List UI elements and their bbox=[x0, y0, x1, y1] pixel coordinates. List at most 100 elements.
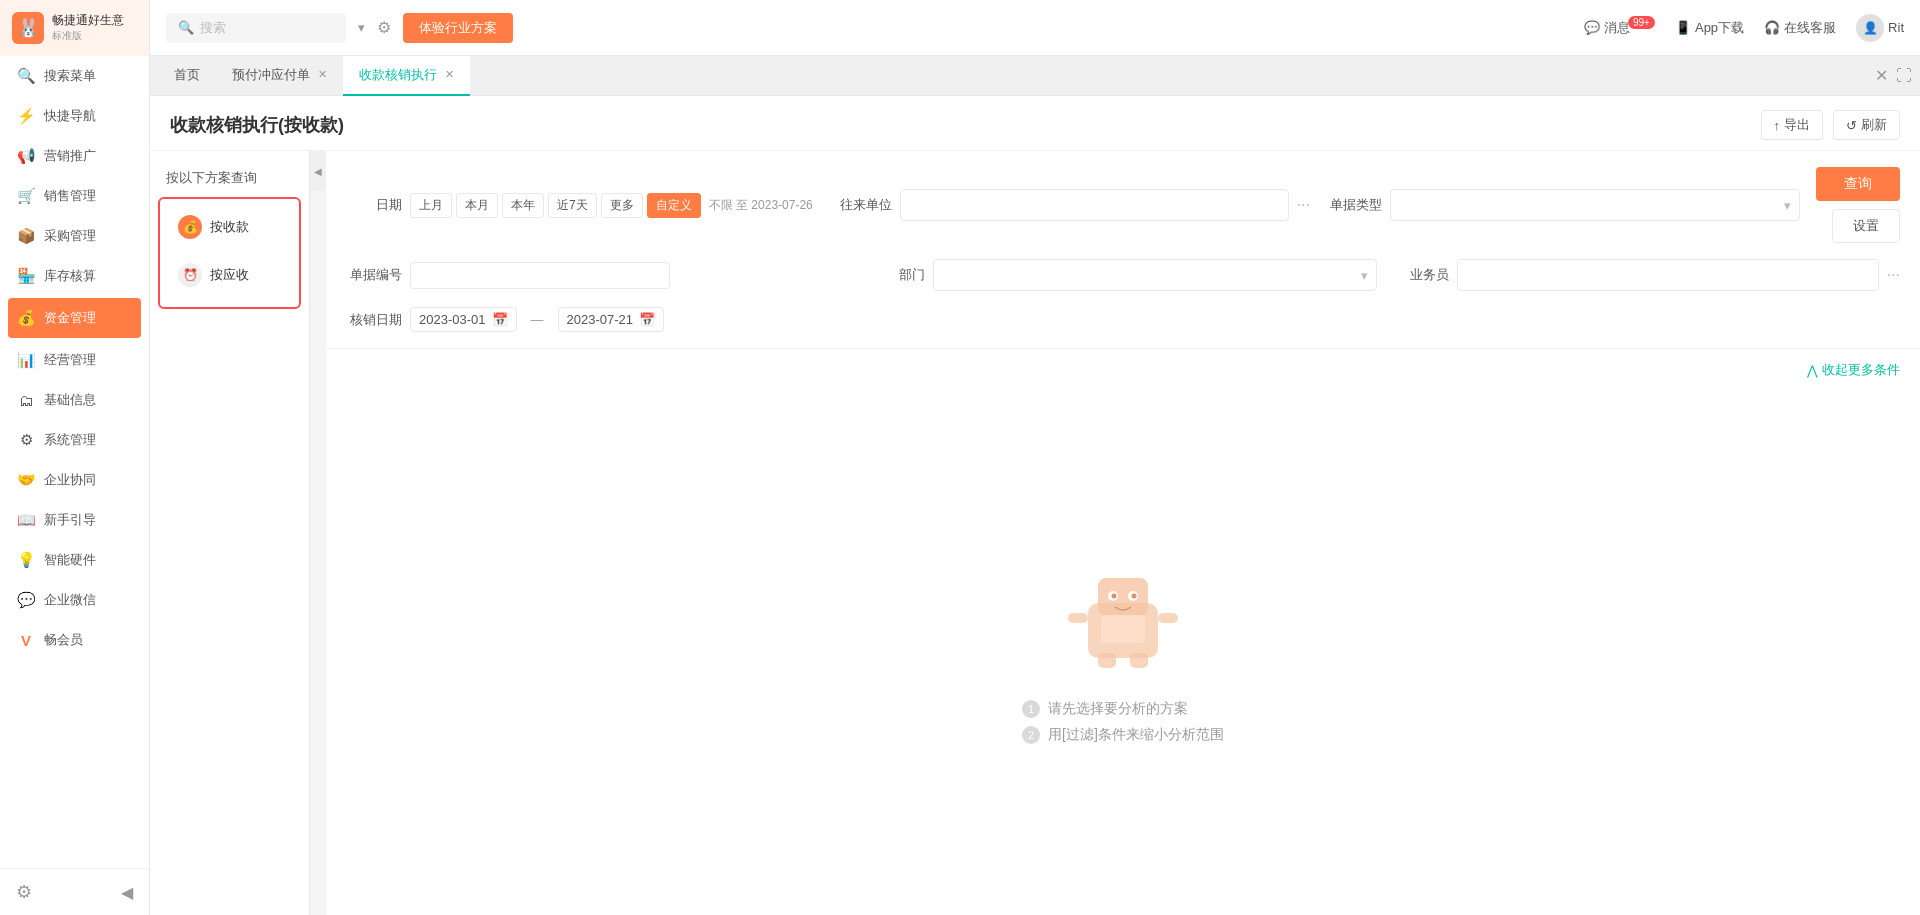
empty-state-content: 1 请先选择要分析的方案 2 用[过滤]条件来缩小分析范围 bbox=[1022, 563, 1224, 744]
tab-close-all-icon[interactable]: ✕ bbox=[1875, 66, 1888, 85]
verify-date-start-field[interactable]: 2023-03-01 📅 bbox=[410, 307, 517, 332]
sidebar-item-label: 资金管理 bbox=[44, 309, 96, 327]
collapse-panel-button[interactable]: ◀ bbox=[310, 151, 326, 191]
user-avatar: 👤 bbox=[1856, 14, 1884, 42]
sidebar-item-basic-info[interactable]: 🗂 基础信息 bbox=[0, 380, 149, 420]
topbar-gear-icon[interactable]: ⚙ bbox=[377, 18, 391, 37]
tab-prepay[interactable]: 预付冲应付单 ✕ bbox=[216, 56, 343, 96]
sales-icon: 🛒 bbox=[16, 187, 36, 205]
sidebar-item-inventory[interactable]: 🏪 库存核算 bbox=[0, 256, 149, 296]
collapse-more-btn[interactable]: ⋀ 收起更多条件 bbox=[1807, 361, 1900, 379]
app-download-action[interactable]: 📱 App下载 bbox=[1675, 19, 1744, 37]
refresh-button[interactable]: ↺ 刷新 bbox=[1833, 110, 1900, 140]
empty-tips: 1 请先选择要分析的方案 2 用[过滤]条件来缩小分析范围 bbox=[1022, 700, 1224, 744]
date-label: 日期 bbox=[346, 196, 402, 214]
settings-button[interactable]: 设置 bbox=[1832, 209, 1900, 243]
verify-date-filter-group: 核销日期 2023-03-01 📅 — 2023-07-21 📅 bbox=[346, 307, 1900, 332]
user-menu[interactable]: 👤 Rit bbox=[1856, 14, 1904, 42]
tip-num-2: 2 bbox=[1022, 726, 1040, 744]
doc-no-input[interactable] bbox=[410, 262, 670, 289]
partner-dots-icon[interactable]: ··· bbox=[1297, 196, 1310, 214]
sidebar-item-purchase[interactable]: 📦 采购管理 bbox=[0, 216, 149, 256]
sidebar-item-marketing[interactable]: 📢 营销推广 bbox=[0, 136, 149, 176]
logo-text: 畅捷通好生意 bbox=[52, 13, 124, 29]
date-btn-7days[interactable]: 近7天 bbox=[548, 193, 597, 218]
basic-info-icon: 🗂 bbox=[16, 392, 36, 409]
tip-num-1: 1 bbox=[1022, 700, 1040, 718]
topbar-search-area[interactable]: 🔍 搜索 bbox=[166, 13, 346, 43]
app-icon: 📱 bbox=[1675, 20, 1691, 35]
sidebar-item-finance[interactable]: 💰 资金管理 bbox=[8, 298, 141, 338]
date-btn-custom[interactable]: 自定义 bbox=[647, 193, 701, 218]
svg-rect-10 bbox=[1101, 615, 1145, 643]
sidebar-item-system[interactable]: ⚙ 系统管理 bbox=[0, 420, 149, 460]
tab-expand-icon[interactable]: ⛶ bbox=[1896, 67, 1912, 85]
receipt-option-label: 按收款 bbox=[210, 218, 249, 236]
page-content: 按以下方案查询 💰 按收款 ⏰ 按应收 ◀ bbox=[150, 151, 1920, 915]
sidebar-item-quick-nav[interactable]: ⚡ 快捷导航 bbox=[0, 96, 149, 136]
verify-date-end-field[interactable]: 2023-07-21 📅 bbox=[558, 307, 665, 332]
tab-prepay-label: 预付冲应付单 bbox=[232, 66, 310, 84]
sidebar-item-hardware[interactable]: 💡 智能硬件 bbox=[0, 540, 149, 580]
inventory-icon: 🏪 bbox=[16, 267, 36, 285]
settings-footer-icon[interactable]: ⚙ bbox=[16, 881, 32, 903]
sidebar-item-sales[interactable]: 🛒 销售管理 bbox=[0, 176, 149, 216]
staff-filter-group: 业务员 ··· bbox=[1393, 259, 1900, 291]
date-btn-more[interactable]: 更多 bbox=[601, 193, 643, 218]
service-icon: 🎧 bbox=[1764, 20, 1780, 35]
export-button[interactable]: ↑ 导出 bbox=[1761, 110, 1824, 140]
topbar-search-icon: 🔍 bbox=[178, 20, 194, 35]
date-shortcut-btns: 上月 本月 本年 近7天 更多 自定义 bbox=[410, 193, 701, 218]
system-icon: ⚙ bbox=[16, 431, 36, 449]
messages-action[interactable]: 💬 消息 99+ bbox=[1584, 19, 1655, 37]
main-bottom: 按以下方案查询 💰 按收款 ⏰ 按应收 ◀ bbox=[150, 151, 1920, 915]
tab-receipt-close[interactable]: ✕ bbox=[445, 68, 454, 81]
query-option-by-receipt[interactable]: 💰 按收款 bbox=[166, 205, 293, 249]
dept-filter-group: 部门 ▾ bbox=[869, 259, 1376, 291]
doc-type-label: 单据类型 bbox=[1326, 196, 1382, 214]
logo-area: 🐰 畅捷通好生意 标准版 bbox=[0, 0, 149, 56]
sidebar-footer: ⚙ ◀ bbox=[0, 868, 149, 915]
sidebar: 🐰 畅捷通好生意 标准版 🔍 搜索菜单 ⚡ 快捷导航 📢 营销推广 🛒 销售管理… bbox=[0, 0, 150, 915]
dept-select[interactable]: ▾ bbox=[933, 259, 1376, 291]
receivable-option-label: 按应收 bbox=[210, 266, 249, 284]
messages-label: 消息 bbox=[1604, 19, 1630, 37]
date-btn-this-year[interactable]: 本年 bbox=[502, 193, 544, 218]
date-btn-this-month[interactable]: 本月 bbox=[456, 193, 498, 218]
sidebar-item-enterprise[interactable]: 🤝 企业协同 bbox=[0, 460, 149, 500]
query-option-by-receivable[interactable]: ⏰ 按应收 bbox=[166, 253, 293, 297]
sidebar-item-label: 搜索菜单 bbox=[44, 67, 96, 85]
doc-type-select[interactable]: ▾ bbox=[1390, 189, 1800, 221]
staff-dots-icon[interactable]: ··· bbox=[1887, 266, 1900, 284]
tab-home[interactable]: 首页 bbox=[158, 56, 216, 96]
wechat-icon: 💬 bbox=[16, 591, 36, 609]
sidebar-item-operation[interactable]: 📊 经营管理 bbox=[0, 340, 149, 380]
query-button[interactable]: 查询 bbox=[1816, 167, 1900, 201]
search-icon: 🔍 bbox=[16, 67, 36, 85]
query-actions: 查询 设置 bbox=[1816, 167, 1900, 243]
sidebar-item-label: 新手引导 bbox=[44, 511, 96, 529]
tab-receipt[interactable]: 收款核销执行 ✕ bbox=[343, 56, 470, 96]
online-service-action[interactable]: 🎧 在线客服 bbox=[1764, 19, 1836, 37]
date-btn-last-month[interactable]: 上月 bbox=[410, 193, 452, 218]
partner-input[interactable] bbox=[900, 189, 1289, 221]
topbar-dropdown-icon[interactable]: ▾ bbox=[358, 20, 365, 35]
sidebar-item-member[interactable]: V 畅会员 bbox=[0, 620, 149, 660]
partner-filter-group: 往来单位 ··· bbox=[836, 189, 1310, 221]
doc-type-chevron: ▾ bbox=[1784, 198, 1791, 213]
industry-plan-button[interactable]: 体验行业方案 bbox=[403, 13, 513, 43]
sidebar-item-search[interactable]: 🔍 搜索菜单 bbox=[0, 56, 149, 96]
page-title: 收款核销执行(按收款) bbox=[170, 113, 344, 137]
filter-divider bbox=[326, 348, 1920, 349]
doc-no-label: 单据编号 bbox=[346, 266, 402, 284]
collapse-sidebar-btn[interactable]: ◀ bbox=[121, 883, 133, 902]
sidebar-item-label: 企业协同 bbox=[44, 471, 96, 489]
logo-icon: 🐰 bbox=[12, 12, 44, 44]
query-panel: 按以下方案查询 💰 按收款 ⏰ 按应收 bbox=[150, 151, 310, 915]
topbar-search-label: 搜索 bbox=[200, 19, 226, 37]
staff-input[interactable] bbox=[1457, 259, 1879, 291]
tab-prepay-close[interactable]: ✕ bbox=[318, 68, 327, 81]
sidebar-item-wechat[interactable]: 💬 企业微信 bbox=[0, 580, 149, 620]
sidebar-item-guide[interactable]: 📖 新手引导 bbox=[0, 500, 149, 540]
empty-robot-image bbox=[1063, 563, 1183, 676]
